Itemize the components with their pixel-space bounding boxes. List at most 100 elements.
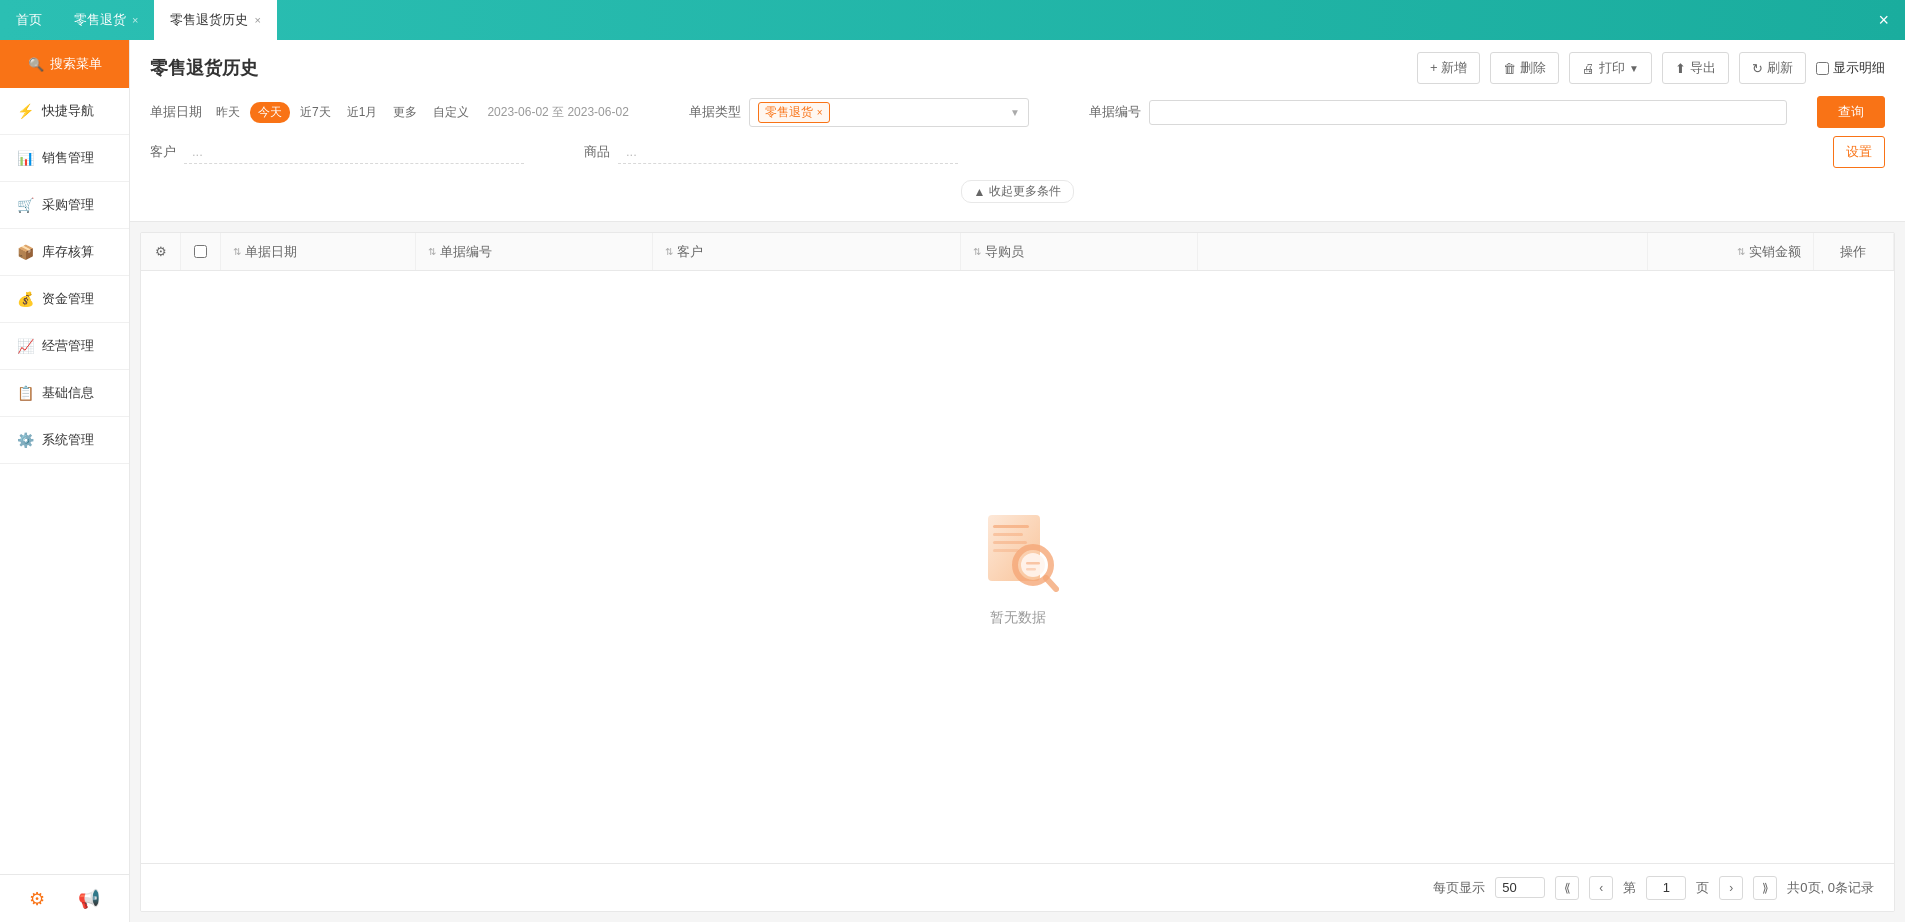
th-spacer: [1198, 233, 1647, 270]
filter-row-2: 客户 ... 商品 ... 设置: [150, 136, 1885, 168]
empty-text: 暂无数据: [990, 609, 1046, 627]
main-layout: 🔍 搜索菜单 ⚡ 快捷导航 📊 销售管理 🛒 采购管理 📦 库存核算 💰: [0, 40, 1905, 922]
goods-placeholder: ...: [626, 144, 637, 159]
collapse-button[interactable]: ▲ 收起更多条件: [961, 180, 1075, 203]
tab-history[interactable]: 零售退货历史 ×: [154, 0, 276, 40]
query-form: 单据日期 昨天 今天 近7天 近1月 更多 自定义 2023-06-02 至 2…: [150, 96, 1885, 221]
sort-amount-icon[interactable]: ⇅: [1737, 246, 1745, 257]
page-size-select[interactable]: 50 10 20 100: [1495, 877, 1545, 898]
sidebar-search[interactable]: 🔍 搜索菜单: [0, 40, 129, 88]
tab-list: 首页 零售退货 × 零售退货历史 ×: [0, 0, 1878, 40]
th-guide: ⇅ 导购员: [961, 233, 1198, 270]
settings-bottom-icon[interactable]: ⚙: [29, 888, 45, 910]
page-header-top: 零售退货历史 + 新增 🗑 删除 🖨 打印 ▼ ⬆: [150, 52, 1885, 84]
search-icon: 🔍: [28, 57, 44, 72]
date-btn-yesterday[interactable]: 昨天: [210, 102, 246, 123]
svg-rect-1: [993, 525, 1029, 528]
sidebar-item-basic[interactable]: 📋 基础信息: [0, 370, 129, 417]
sidebar-item-quick[interactable]: ⚡ 快捷导航: [0, 88, 129, 135]
settings-button-label: 设置: [1846, 143, 1872, 161]
date-btn-1month[interactable]: 近1月: [341, 102, 384, 123]
delete-button[interactable]: 🗑 删除: [1490, 52, 1559, 84]
sidebar-item-finance[interactable]: 💰 资金管理: [0, 276, 129, 323]
date-btn-more[interactable]: 更多: [387, 102, 423, 123]
date-btn-today[interactable]: 今天: [250, 102, 290, 123]
sidebar-item-purchase[interactable]: 🛒 采购管理: [0, 182, 129, 229]
settings-button[interactable]: 设置: [1833, 136, 1885, 168]
th-check[interactable]: [181, 233, 221, 270]
window-close-icon[interactable]: ×: [1878, 10, 1889, 31]
sound-bottom-icon[interactable]: 📢: [78, 888, 100, 910]
first-page-button[interactable]: ⟪: [1555, 876, 1579, 900]
customer-placeholder: ...: [192, 144, 203, 159]
next-page-button[interactable]: ›: [1719, 876, 1743, 900]
stock-icon: 📦: [16, 243, 34, 261]
goods-input[interactable]: ...: [618, 140, 958, 164]
export-button[interactable]: ⬆ 导出: [1662, 52, 1729, 84]
collapse-label: 收起更多条件: [989, 183, 1061, 200]
doc-num-label: 单据编号: [1089, 103, 1141, 121]
sidebar-item-stock[interactable]: 📦 库存核算: [0, 229, 129, 276]
show-detail-checkbox-label[interactable]: 显示明细: [1816, 59, 1885, 77]
collapse-up-icon: ▲: [974, 185, 986, 199]
th-amount: ⇅ 实销金额: [1648, 233, 1814, 270]
new-button[interactable]: + 新增: [1417, 52, 1480, 84]
doc-type-tag-close[interactable]: ×: [817, 107, 823, 118]
sidebar-item-stock-label: 库存核算: [42, 243, 94, 261]
column-settings-icon[interactable]: ⚙: [155, 244, 167, 259]
empty-icon: [968, 507, 1068, 597]
tab-return[interactable]: 零售退货 ×: [58, 0, 154, 40]
sidebar-bottom: ⚙ 📢: [0, 874, 129, 922]
system-icon: ⚙️: [16, 431, 34, 449]
new-button-label: + 新增: [1430, 59, 1467, 77]
query-button[interactable]: 查询: [1817, 96, 1885, 128]
tab-return-close[interactable]: ×: [132, 14, 138, 26]
date-btn-custom[interactable]: 自定义: [427, 102, 475, 123]
refresh-button[interactable]: ↻ 刷新: [1739, 52, 1806, 84]
show-detail-checkbox[interactable]: [1816, 62, 1829, 75]
page-number-input[interactable]: [1646, 876, 1686, 900]
sidebar-item-operation-label: 经营管理: [42, 337, 94, 355]
date-btn-7days[interactable]: 近7天: [294, 102, 337, 123]
customer-label: 客户: [150, 143, 176, 161]
svg-rect-8: [1026, 562, 1040, 565]
doc-num-input[interactable]: [1149, 100, 1787, 125]
last-page-button[interactable]: ⟫: [1753, 876, 1777, 900]
sidebar-item-operation[interactable]: 📈 经营管理: [0, 323, 129, 370]
sort-customer-icon[interactable]: ⇅: [665, 246, 673, 257]
svg-point-6: [1021, 553, 1045, 577]
select-all-checkbox[interactable]: [194, 245, 207, 258]
delete-button-label: 删除: [1520, 59, 1546, 77]
tab-history-close[interactable]: ×: [254, 14, 260, 26]
prev-page-button[interactable]: ‹: [1589, 876, 1613, 900]
th-settings[interactable]: ⚙: [141, 233, 181, 270]
print-button[interactable]: 🖨 打印 ▼: [1569, 52, 1652, 84]
th-customer-label: 客户: [677, 243, 703, 261]
tab-home[interactable]: 首页: [0, 0, 58, 40]
doc-type-field: 单据类型 零售退货 × ▼: [689, 98, 1029, 127]
sidebar-item-system[interactable]: ⚙️ 系统管理: [0, 417, 129, 464]
th-num-label: 单据编号: [440, 243, 492, 261]
sort-num-icon[interactable]: ⇅: [428, 246, 436, 257]
sidebar-item-sales[interactable]: 📊 销售管理: [0, 135, 129, 182]
svg-line-7: [1046, 578, 1056, 589]
export-button-label: 导出: [1690, 59, 1716, 77]
doc-type-chevron-icon: ▼: [1010, 107, 1020, 118]
table-body: 暂无数据: [141, 271, 1894, 863]
doc-type-select[interactable]: 零售退货 × ▼: [749, 98, 1029, 127]
sort-date-icon[interactable]: ⇅: [233, 246, 241, 257]
refresh-icon: ↻: [1752, 61, 1763, 76]
date-filter-label: 单据日期: [150, 103, 202, 121]
page-header: 零售退货历史 + 新增 🗑 删除 🖨 打印 ▼ ⬆: [130, 40, 1905, 222]
date-filter-field: 单据日期 昨天 今天 近7天 近1月 更多 自定义 2023-06-02 至 2…: [150, 102, 629, 123]
sidebar-item-basic-label: 基础信息: [42, 384, 94, 402]
show-detail-label: 显示明细: [1833, 59, 1885, 77]
customer-field: 客户 ...: [150, 140, 524, 164]
th-amount-label: 实销金额: [1749, 243, 1801, 261]
sort-guide-icon[interactable]: ⇅: [973, 246, 981, 257]
page-label: 第: [1623, 879, 1636, 897]
pagination-bar: 每页显示 50 10 20 100 ⟪ ‹ 第 页 › ⟫ 共0页, 0条记录: [141, 863, 1894, 911]
customer-input[interactable]: ...: [184, 140, 524, 164]
th-date-label: 单据日期: [245, 243, 297, 261]
total-info: 共0页, 0条记录: [1787, 879, 1874, 897]
